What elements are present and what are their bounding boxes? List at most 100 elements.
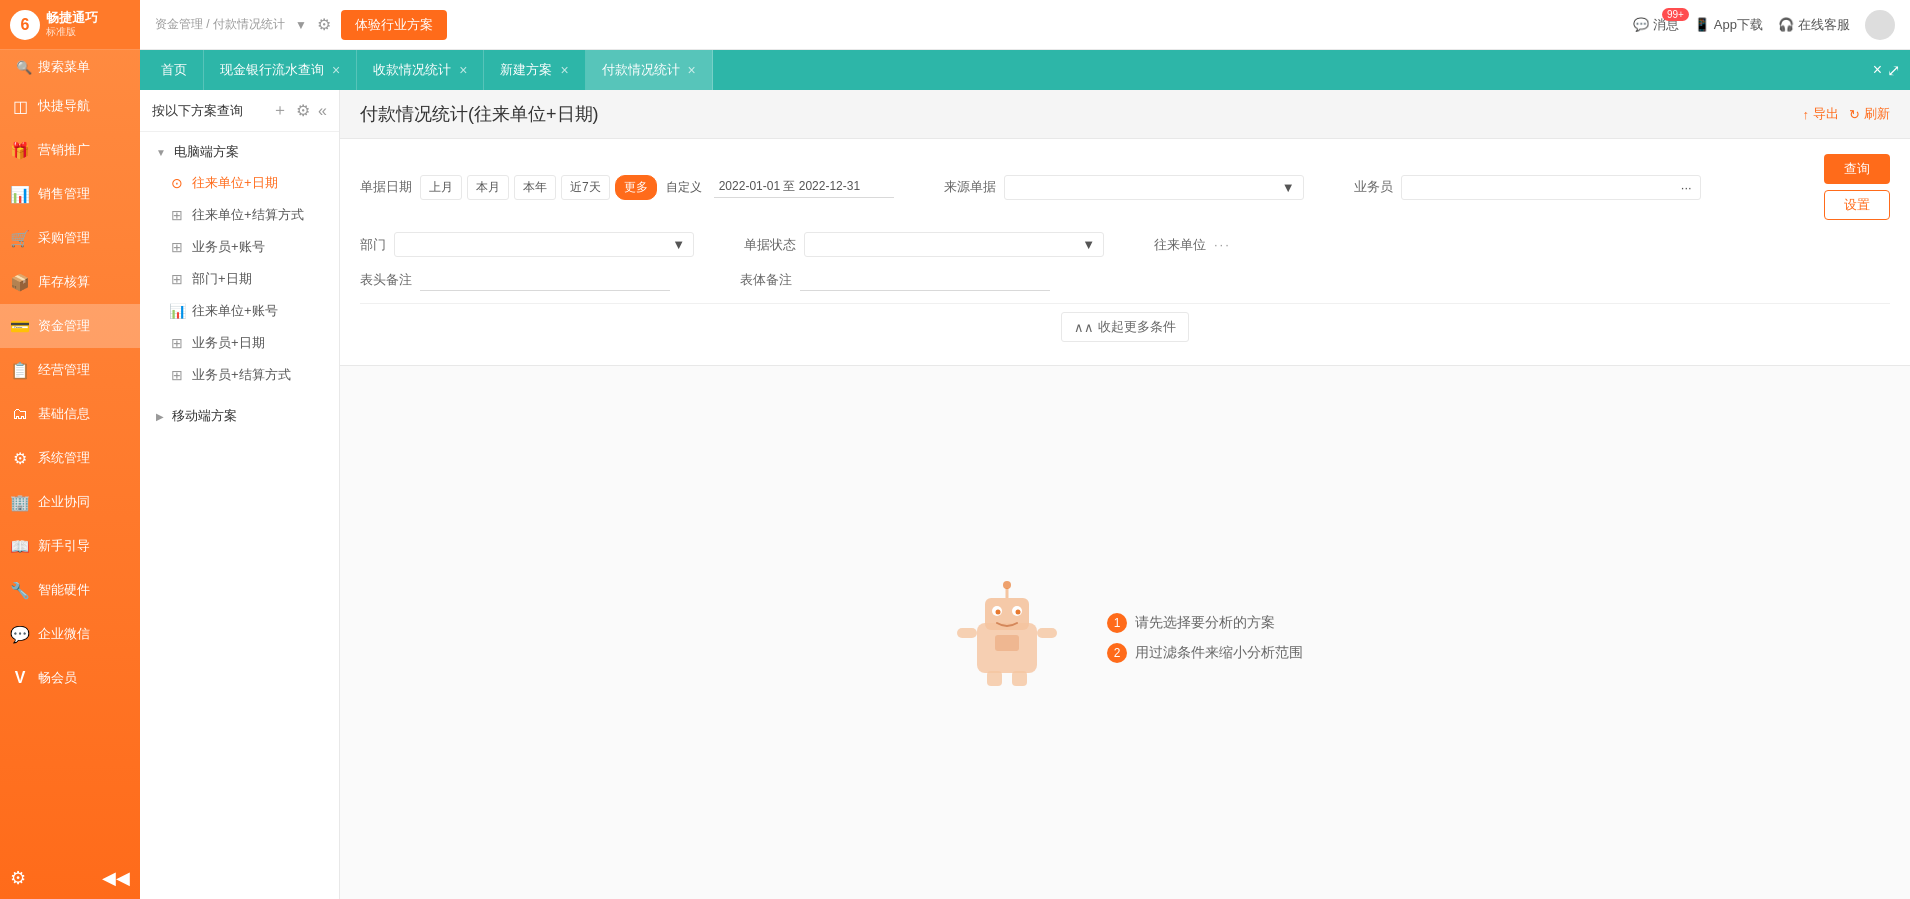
- export-btn[interactable]: ↑ 导出: [1803, 105, 1840, 123]
- collapse-sidebar-icon[interactable]: ◀◀: [102, 867, 130, 889]
- sidebar-item-capital[interactable]: 💳 资金管理: [0, 304, 140, 348]
- marketing-icon: 🎁: [10, 140, 30, 160]
- empty-state-container: 1 请先选择要分析的方案 2 用过滤条件来缩小分析范围: [947, 573, 1303, 693]
- export-icon: ↑: [1803, 107, 1810, 122]
- robot-svg: [947, 573, 1067, 693]
- tab-payment-stat[interactable]: 付款情况统计 ×: [586, 50, 713, 90]
- setting-btn[interactable]: 设置: [1824, 190, 1890, 220]
- sidebar-item-purchase[interactable]: 🛒 采购管理: [0, 216, 140, 260]
- message-btn[interactable]: 💬 消息 99+: [1633, 16, 1679, 34]
- date-btn-this-year[interactable]: 本年: [514, 175, 556, 200]
- dept-select-arrow: ▼: [672, 237, 685, 252]
- source-select-arrow: ▼: [1282, 180, 1295, 195]
- filter-dept-item: 部门 ▼: [360, 232, 694, 257]
- panel-item-unit-account[interactable]: 📊 往来单位+账号: [140, 295, 339, 327]
- message-icon: 💬: [1633, 17, 1649, 32]
- tab-close-payment-stat[interactable]: ×: [688, 62, 696, 78]
- online-service-btn[interactable]: 🎧 在线客服: [1778, 16, 1850, 34]
- doc-status-select[interactable]: ▼: [804, 232, 1104, 257]
- panel-item-salesman-account[interactable]: ⊞ 业务员+账号: [140, 231, 339, 263]
- filter-right-actions: 查询 设置: [1824, 154, 1890, 220]
- panel-item-unit-date[interactable]: ⊙ 往来单位+日期: [140, 167, 339, 199]
- date-btn-last-month[interactable]: 上月: [420, 175, 462, 200]
- desktop-arrow-icon: ▼: [156, 147, 166, 158]
- svg-point-5: [1016, 609, 1021, 614]
- svg-rect-12: [995, 635, 1019, 651]
- panel-item-dept-date[interactable]: ⊞ 部门+日期: [140, 263, 339, 295]
- logo-icon: 6: [10, 10, 40, 40]
- breadcrumb: 资金管理 / 付款情况统计: [155, 16, 285, 33]
- salesman-date-icon: ⊞: [168, 334, 186, 352]
- sidebar-item-sales[interactable]: 📊 销售管理: [0, 172, 140, 216]
- date-btn-more[interactable]: 更多: [615, 175, 657, 200]
- tab-new-plan[interactable]: 新建方案 ×: [484, 50, 585, 90]
- sidebar-item-enterprise[interactable]: 🏢 企业协同: [0, 480, 140, 524]
- hardware-icon: 🔧: [10, 580, 30, 600]
- doc-status-label: 单据状态: [744, 236, 796, 254]
- trial-btn[interactable]: 体验行业方案: [341, 10, 447, 40]
- filter-area: 单据日期 上月 本月 本年 近7天 更多 自定义 来源单据: [340, 139, 1910, 366]
- query-btn[interactable]: 查询: [1824, 154, 1890, 184]
- app-download-btn[interactable]: 📱 App下载: [1694, 16, 1763, 34]
- sidebar-item-guide[interactable]: 📖 新手引导: [0, 524, 140, 568]
- desktop-section-title[interactable]: ▼ 电脑端方案: [140, 137, 339, 167]
- sidebar-item-basic-info[interactable]: 🗂 基础信息: [0, 392, 140, 436]
- basic-info-icon: 🗂: [10, 404, 30, 424]
- user-avatar[interactable]: [1865, 10, 1895, 40]
- filter-source-item: 来源单据 ▼: [944, 175, 1304, 200]
- search-menu[interactable]: 🔍 搜索菜单: [0, 50, 140, 84]
- breadcrumb-arrow: ▼: [295, 18, 307, 32]
- tab-bank-flow[interactable]: 现金银行流水查询 ×: [204, 50, 357, 90]
- panel-item-unit-settle[interactable]: ⊞ 往来单位+结算方式: [140, 199, 339, 231]
- logo-text: 畅捷通巧: [46, 10, 98, 26]
- desktop-section: ▼ 电脑端方案 ⊙ 往来单位+日期 ⊞ 往来单位+结算方式 ⊞ 业务员+账号 ⊞: [140, 132, 339, 396]
- member-icon: V: [10, 668, 30, 688]
- sidebar-item-quick-nav[interactable]: ◫ 快捷导航: [0, 84, 140, 128]
- panel-item-salesman-date[interactable]: ⊞ 业务员+日期: [140, 327, 339, 359]
- sidebar-item-inventory[interactable]: 📦 库存核算: [0, 260, 140, 304]
- collapse-panel-icon[interactable]: «: [318, 102, 327, 120]
- salesman-select[interactable]: ···: [1401, 175, 1701, 200]
- sidebar-item-operations[interactable]: 📋 经营管理: [0, 348, 140, 392]
- date-custom-label: 自定义: [666, 179, 702, 196]
- refresh-btn[interactable]: ↻ 刷新: [1849, 105, 1890, 123]
- tab-close-bank-flow[interactable]: ×: [332, 62, 340, 78]
- sidebar-item-wechat[interactable]: 💬 企业微信: [0, 612, 140, 656]
- search-icon: 🔍: [16, 60, 32, 75]
- dept-select[interactable]: ▼: [394, 232, 694, 257]
- tab-close-all-btn[interactable]: ×: [1873, 61, 1882, 79]
- settings-icon[interactable]: ⚙: [10, 867, 26, 889]
- tab-close-new-plan[interactable]: ×: [560, 62, 568, 78]
- add-plan-icon[interactable]: ＋: [272, 100, 288, 121]
- collapse-btn[interactable]: ∧∧ 收起更多条件: [1061, 312, 1189, 342]
- sidebar-item-member[interactable]: V 畅会员: [0, 656, 140, 700]
- sidebar-item-system[interactable]: ⚙ 系统管理: [0, 436, 140, 480]
- settings-plan-icon[interactable]: ⚙: [296, 101, 310, 120]
- svg-rect-7: [1037, 628, 1057, 638]
- header-note-input[interactable]: [420, 269, 670, 291]
- tab-close-receipt-stat[interactable]: ×: [459, 62, 467, 78]
- left-panel: 按以下方案查询 ＋ ⚙ « ▼ 电脑端方案 ⊙ 往来单位+日期 ⊞: [140, 90, 340, 899]
- sidebar-item-marketing[interactable]: 🎁 营销推广: [0, 128, 140, 172]
- tab-receipt-stat[interactable]: 收款情况统计 ×: [357, 50, 484, 90]
- refresh-icon: ↻: [1849, 107, 1860, 122]
- mobile-section-title[interactable]: ▶ 移动端方案: [140, 401, 339, 431]
- source-select[interactable]: ▼: [1004, 175, 1304, 200]
- filter-doc-status-item: 单据状态 ▼: [744, 232, 1104, 257]
- date-btn-7days[interactable]: 近7天: [561, 175, 610, 200]
- step-num-1: 1: [1107, 613, 1127, 633]
- body-note-input[interactable]: [800, 269, 1050, 291]
- salesman-settle-icon: ⊞: [168, 366, 186, 384]
- wechat-icon: 💬: [10, 624, 30, 644]
- settings-gear-icon[interactable]: ⚙: [317, 15, 331, 34]
- panel-item-salesman-settle[interactable]: ⊞ 业务员+结算方式: [140, 359, 339, 391]
- sidebar-item-hardware[interactable]: 🔧 智能硬件: [0, 568, 140, 612]
- date-range-input[interactable]: [714, 177, 894, 198]
- date-btn-this-month[interactable]: 本月: [467, 175, 509, 200]
- system-icon: ⚙: [10, 448, 30, 468]
- empty-step-1: 1 请先选择要分析的方案: [1107, 613, 1303, 633]
- tab-home[interactable]: 首页: [145, 50, 204, 90]
- tab-expand-btn[interactable]: ⤢: [1887, 61, 1900, 80]
- page-title: 付款情况统计(往来单位+日期): [360, 102, 599, 126]
- related-unit-dots[interactable]: ···: [1214, 237, 1231, 252]
